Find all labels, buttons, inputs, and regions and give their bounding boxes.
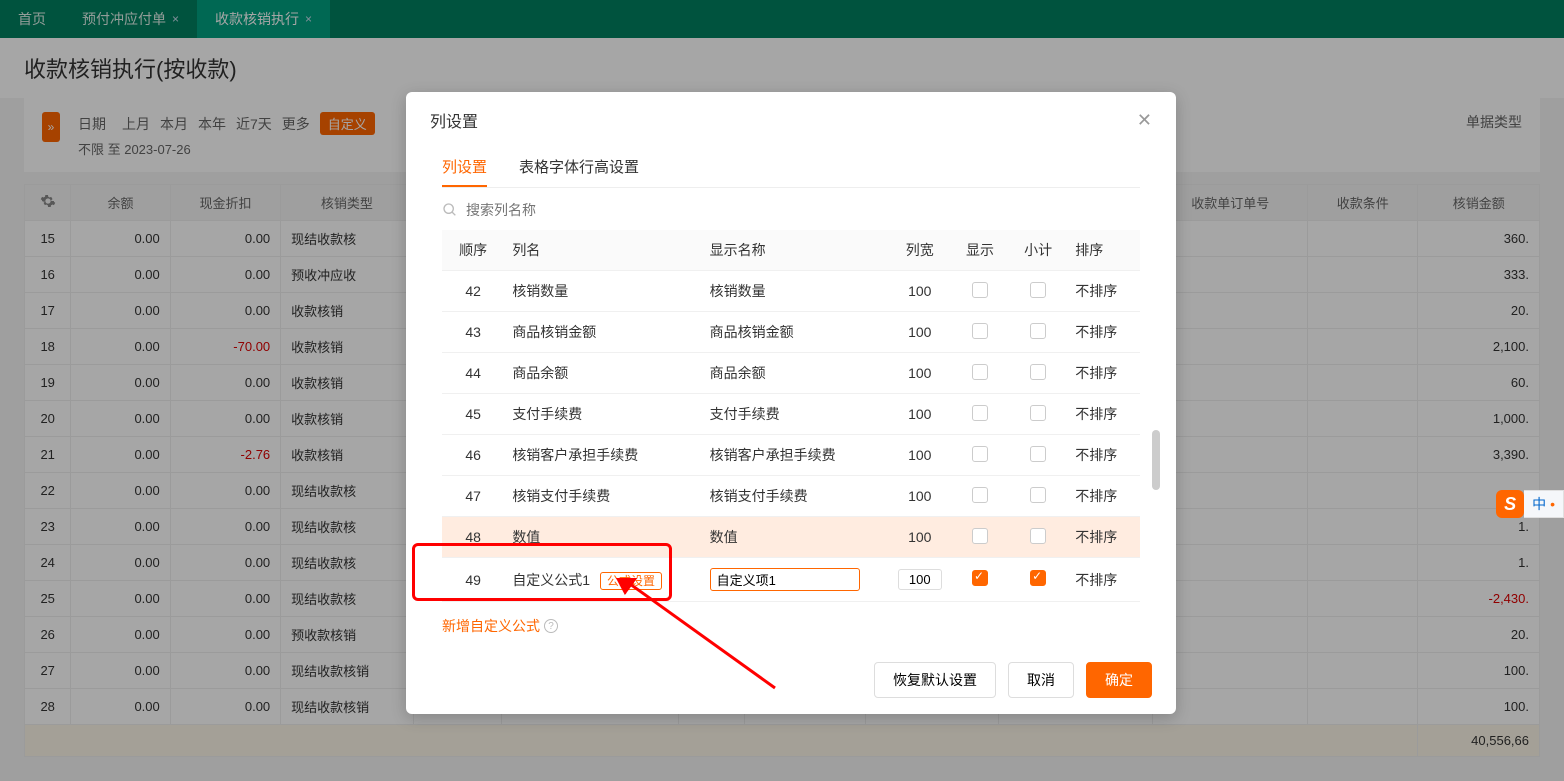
col-sort[interactable]: 不排序 [1067,517,1140,558]
col-name: 数值 [504,517,701,558]
cancel-button[interactable]: 取消 [1008,662,1074,698]
col-seq: 47 [442,476,504,517]
col-width-header: 列宽 [889,230,951,271]
ime-indicator: S 中• [1496,490,1564,518]
subtotal-checkbox[interactable] [1030,405,1046,421]
reset-defaults-button[interactable]: 恢复默认设置 [874,662,996,698]
show-checkbox[interactable] [972,405,988,421]
ime-text: 中 [1532,494,1546,514]
modal-title: 列设置 [430,108,478,132]
column-row: 47核销支付手续费核销支付手续费100不排序 [442,476,1140,517]
search-input[interactable] [466,202,1140,218]
formula-settings-button[interactable]: 公式设置 [600,572,662,590]
col-sort[interactable]: 不排序 [1067,435,1140,476]
column-row: 42核销数量核销数量100不排序 [442,271,1140,312]
col-show-header: 显示 [951,230,1009,271]
show-checkbox[interactable] [972,282,988,298]
column-row: 43商品核销金额商品核销金额100不排序 [442,312,1140,353]
search-column [442,202,1140,218]
column-row: 44商品余额商品余额100不排序 [442,353,1140,394]
col-display-name [702,558,889,602]
col-name-header: 列名 [504,230,701,271]
show-checkbox[interactable] [972,364,988,380]
add-custom-formula-link[interactable]: 新增自定义公式 ? [442,616,558,636]
col-display-name: 数值 [702,517,889,558]
ime-logo-icon: S [1496,490,1524,518]
col-name: 商品核销金额 [504,312,701,353]
subtotal-checkbox[interactable] [1030,282,1046,298]
col-seq: 43 [442,312,504,353]
show-checkbox[interactable] [972,446,988,462]
col-width-input[interactable] [898,569,942,590]
column-row: 48数值数值100不排序 [442,517,1140,558]
col-name: 核销支付手续费 [504,476,701,517]
col-seq: 42 [442,271,504,312]
help-icon[interactable]: ? [544,619,558,633]
col-width [889,558,951,602]
subtotal-checkbox[interactable] [1030,487,1046,503]
column-row: 46核销客户承担手续费核销客户承担手续费100不排序 [442,435,1140,476]
column-row: 49自定义公式1 公式设置 不排序 [442,558,1140,602]
col-sort[interactable]: 不排序 [1067,558,1140,602]
subtotal-checkbox[interactable] [1030,446,1046,462]
subtotal-checkbox[interactable] [1030,323,1046,339]
show-checkbox[interactable] [972,528,988,544]
confirm-button[interactable]: 确定 [1086,662,1152,698]
subtotal-checkbox[interactable] [1030,570,1046,586]
col-name: 自定义公式1 公式设置 [504,558,701,602]
col-sort[interactable]: 不排序 [1067,353,1140,394]
modal-tabs: 列设置 表格字体行高设置 [442,148,1140,188]
subtotal-checkbox[interactable] [1030,364,1046,380]
show-checkbox[interactable] [972,487,988,503]
subtotal-checkbox[interactable] [1030,528,1046,544]
col-display-name: 商品余额 [702,353,889,394]
show-checkbox[interactable] [972,323,988,339]
display-name-input[interactable] [710,568,860,591]
col-width: 100 [889,394,951,435]
col-display-name: 核销支付手续费 [702,476,889,517]
col-display-name: 核销客户承担手续费 [702,435,889,476]
col-width: 100 [889,435,951,476]
col-seq: 46 [442,435,504,476]
col-name: 商品余额 [504,353,701,394]
scrollbar-thumb[interactable] [1152,430,1160,490]
col-width: 100 [889,476,951,517]
col-seq: 顺序 [442,230,504,271]
columns-table: 顺序 列名 显示名称 列宽 显示 小计 排序 42核销数量核销数量100不排序4… [442,230,1140,602]
col-width: 100 [889,517,951,558]
show-checkbox[interactable] [972,570,988,586]
col-name: 支付手续费 [504,394,701,435]
col-name: 核销客户承担手续费 [504,435,701,476]
tab-font-row-settings[interactable]: 表格字体行高设置 [519,148,639,187]
col-sort[interactable]: 不排序 [1067,476,1140,517]
col-display-name-header: 显示名称 [702,230,889,271]
col-seq: 44 [442,353,504,394]
col-seq: 49 [442,558,504,602]
column-settings-modal: 列设置 ✕ 列设置 表格字体行高设置 顺序 列名 显示名称 列宽 显示 小计 排… [406,92,1176,714]
col-display-name: 商品核销金额 [702,312,889,353]
col-sort[interactable]: 不排序 [1067,312,1140,353]
column-row: 45支付手续费支付手续费100不排序 [442,394,1140,435]
col-subtotal-header: 小计 [1009,230,1067,271]
col-width: 100 [889,312,951,353]
col-sort[interactable]: 不排序 [1067,394,1140,435]
col-display-name: 支付手续费 [702,394,889,435]
col-seq: 48 [442,517,504,558]
col-width: 100 [889,271,951,312]
modal-close-button[interactable]: ✕ [1137,110,1152,131]
col-width: 100 [889,353,951,394]
tab-column-settings[interactable]: 列设置 [442,148,487,187]
col-sort-header: 排序 [1067,230,1140,271]
col-sort[interactable]: 不排序 [1067,271,1140,312]
search-icon [442,202,458,218]
col-seq: 45 [442,394,504,435]
col-name: 核销数量 [504,271,701,312]
col-display-name: 核销数量 [702,271,889,312]
